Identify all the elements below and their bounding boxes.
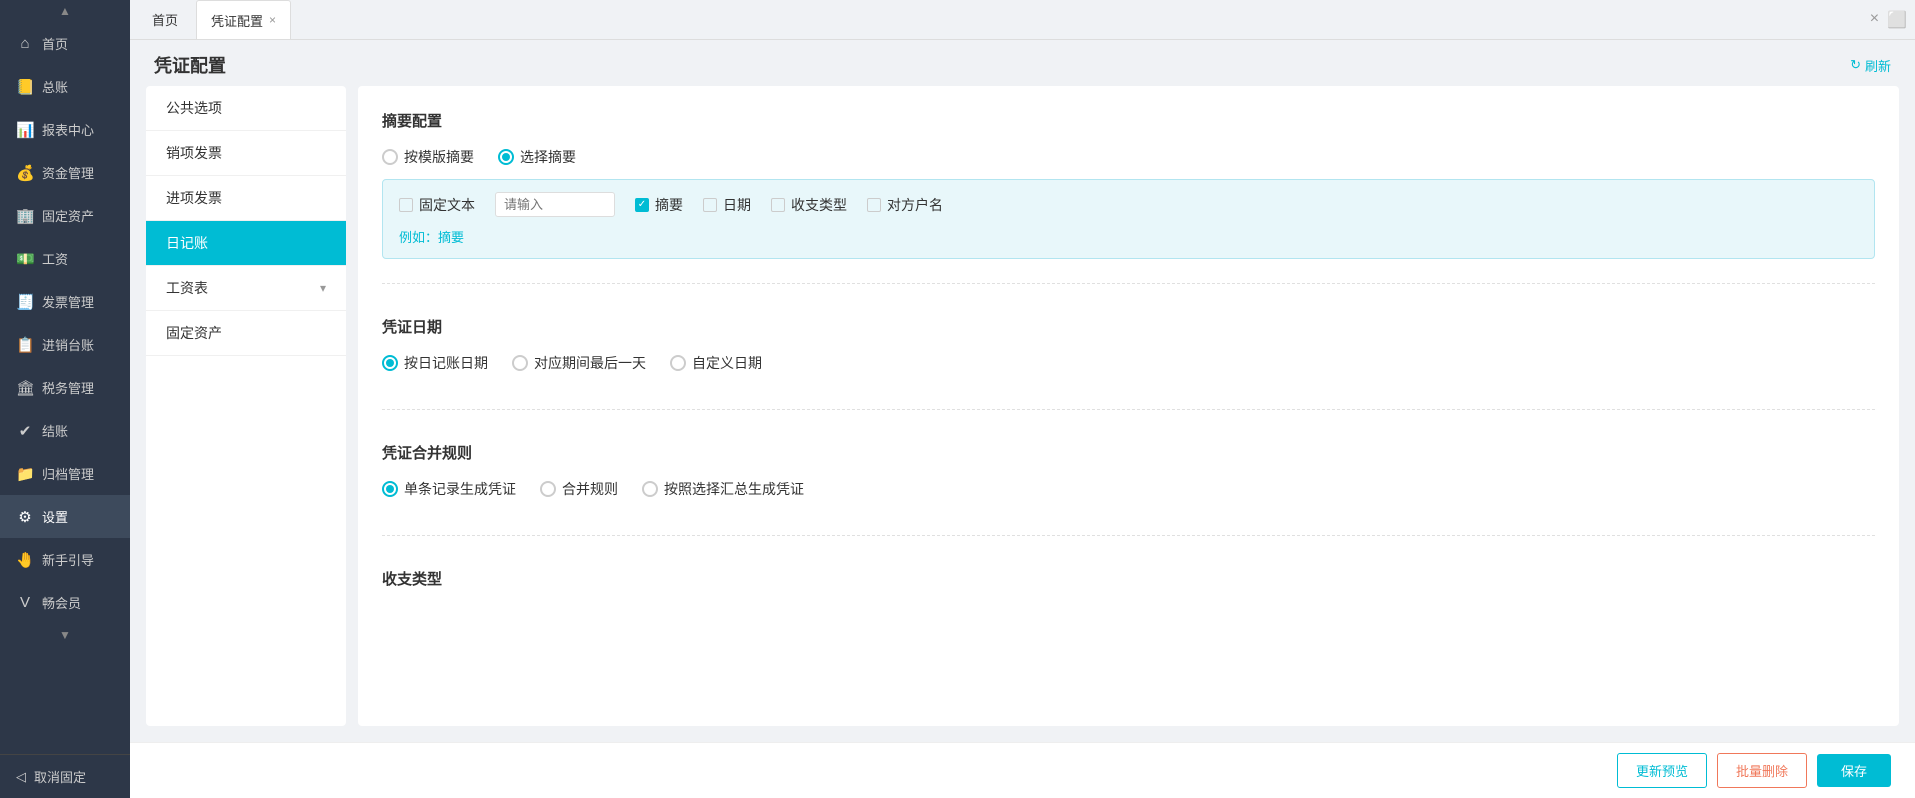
checkbox-summary[interactable]: 摘要 [635, 195, 683, 215]
archive-icon: 📁 [16, 465, 34, 483]
checkbox-summary-box [635, 198, 649, 212]
checkbox-income-type-box [771, 198, 785, 212]
update-preview-button[interactable]: 更新预览 [1617, 753, 1707, 788]
radio-select-total[interactable]: 按照选择汇总生成凭证 [642, 479, 804, 499]
left-nav-fixed-assets[interactable]: 固定资产 [146, 311, 346, 356]
content-area: 公共选项 销项发票 进项发票 日记账 工资表 ▾ 固定资产 摘要配置 [130, 86, 1915, 742]
radio-merge-rule[interactable]: 合并规则 [540, 479, 618, 499]
radio-journal-date-circle [382, 355, 398, 371]
checkbox-fixed-text-box [399, 198, 413, 212]
settle-icon: ✔ [16, 422, 34, 440]
assets-icon: 🏢 [16, 207, 34, 225]
page-header: 凭证配置 ↻ 刷新 [130, 40, 1915, 86]
tax-icon: 🏛 [16, 379, 34, 397]
example-text: 例如：摘要 [399, 227, 1858, 246]
sidebar-item-settle[interactable]: ✔ 结账 [0, 409, 130, 452]
report-icon: 📊 [16, 121, 34, 139]
date-radio-group: 按日记账日期 对应期间最后一天 自定义日期 [382, 353, 1875, 373]
settings-icon: ⚙ [16, 508, 34, 526]
sidebar-item-tax[interactable]: 🏛 税务管理 [0, 366, 130, 409]
sidebar-item-home[interactable]: ⌂ 首页 [0, 22, 130, 65]
summary-checkbox-row: 固定文本 摘要 日期 收支类型 [382, 179, 1875, 259]
sidebar-item-purchases[interactable]: 📋 进销台账 [0, 323, 130, 366]
sidebar-item-archive[interactable]: 📁 归档管理 [0, 452, 130, 495]
sidebar-item-assets[interactable]: 🏢 固定资产 [0, 194, 130, 237]
sidebar: ▲ ⌂ 首页 📒 总账 📊 报表中心 💰 资金管理 🏢 固定资产 💵 工资 🧾 … [0, 0, 130, 798]
tab-voucher-config[interactable]: 凭证配置 × [196, 0, 291, 39]
tab-close-icon[interactable]: × [269, 13, 276, 27]
radio-template-circle [382, 149, 398, 165]
checkbox-income-type[interactable]: 收支类型 [771, 195, 847, 215]
section-summary-title: 摘要配置 [382, 110, 1875, 131]
sidebar-item-funds[interactable]: 💰 资金管理 [0, 151, 130, 194]
radio-single-voucher[interactable]: 单条记录生成凭证 [382, 479, 516, 499]
page-title: 凭证配置 [154, 52, 226, 78]
member-icon: V [16, 594, 34, 611]
radio-custom-date-circle [670, 355, 686, 371]
funds-icon: 💰 [16, 164, 34, 182]
tab-bar: 首页 凭证配置 × × ⬜ [130, 0, 1915, 40]
left-nav: 公共选项 销项发票 进项发票 日记账 工资表 ▾ 固定资产 [146, 86, 346, 726]
sidebar-item-member[interactable]: V 畅会员 [0, 581, 130, 624]
window-close-button[interactable]: × [1870, 10, 1879, 30]
ledger-icon: 📒 [16, 78, 34, 96]
radio-template-summary[interactable]: 按模版摘要 [382, 147, 474, 167]
save-button[interactable]: 保存 [1817, 754, 1891, 787]
checkbox-fixed-text[interactable]: 固定文本 [399, 195, 475, 215]
invoice-mgmt-icon: 🧾 [16, 293, 34, 311]
left-nav-journal[interactable]: 日记账 [146, 221, 346, 266]
checkbox-options: 固定文本 摘要 日期 收支类型 [399, 192, 1858, 217]
checkbox-counterpart[interactable]: 对方户名 [867, 195, 943, 215]
unpin-icon: ◁ [16, 769, 26, 785]
section-merge-title: 凭证合并规则 [382, 442, 1875, 463]
refresh-button[interactable]: ↻ 刷新 [1850, 56, 1891, 75]
sidebar-scroll-up[interactable]: ▲ [0, 0, 130, 22]
sidebar-item-settings[interactable]: ⚙ 设置 [0, 495, 130, 538]
bulk-delete-button[interactable]: 批量删除 [1717, 753, 1807, 788]
refresh-icon: ↻ [1850, 57, 1861, 73]
left-nav-purchase[interactable]: 进项发票 [146, 176, 346, 221]
checkbox-counterpart-box [867, 198, 881, 212]
sidebar-item-salary[interactable]: 💵 工资 [0, 237, 130, 280]
radio-period-last-circle [512, 355, 528, 371]
sidebar-item-invoice-mgmt[interactable]: 🧾 发票管理 [0, 280, 130, 323]
window-maximize-button[interactable]: ⬜ [1887, 10, 1907, 30]
sidebar-item-guide[interactable]: 🤚 新手引导 [0, 538, 130, 581]
bottom-bar: 更新预览 批量删除 保存 [130, 742, 1915, 798]
sidebar-unpin-button[interactable]: ◁ 取消固定 [0, 754, 130, 798]
left-nav-payroll[interactable]: 工资表 ▾ [146, 266, 346, 311]
radio-custom-date[interactable]: 自定义日期 [670, 353, 762, 373]
radio-period-last[interactable]: 对应期间最后一天 [512, 353, 646, 373]
main-area: 首页 凭证配置 × × ⬜ 凭证配置 ↻ 刷新 公共选项 销项发票 进 [130, 0, 1915, 798]
section-income-type: 收支类型 [382, 568, 1875, 629]
purchases-icon: 📋 [16, 336, 34, 354]
guide-icon: 🤚 [16, 551, 34, 569]
section-merge: 凭证合并规则 单条记录生成凭证 合并规则 按照选择汇总生成凭证 [382, 442, 1875, 536]
sidebar-item-ledger[interactable]: 📒 总账 [0, 65, 130, 108]
sidebar-item-report[interactable]: 📊 报表中心 [0, 108, 130, 151]
section-date: 凭证日期 按日记账日期 对应期间最后一天 自定义日期 [382, 316, 1875, 410]
section-income-type-title: 收支类型 [382, 568, 1875, 589]
salary-icon: 💵 [16, 250, 34, 268]
checkbox-date[interactable]: 日期 [703, 195, 751, 215]
tab-home[interactable]: 首页 [138, 0, 192, 39]
left-nav-public[interactable]: 公共选项 [146, 86, 346, 131]
radio-merge-circle [540, 481, 556, 497]
home-icon: ⌂ [16, 35, 34, 52]
right-content: 摘要配置 按模版摘要 选择摘要 固定文本 [358, 86, 1899, 726]
summary-radio-group: 按模版摘要 选择摘要 [382, 147, 1875, 167]
checkbox-date-box [703, 198, 717, 212]
left-nav-sales[interactable]: 销项发票 [146, 131, 346, 176]
radio-single-circle [382, 481, 398, 497]
section-summary: 摘要配置 按模版摘要 选择摘要 固定文本 [382, 110, 1875, 284]
sidebar-scroll-down[interactable]: ▼ [0, 624, 130, 646]
radio-journal-date[interactable]: 按日记账日期 [382, 353, 488, 373]
chevron-down-icon: ▾ [320, 281, 326, 295]
section-date-title: 凭证日期 [382, 316, 1875, 337]
merge-radio-group: 单条记录生成凭证 合并规则 按照选择汇总生成凭证 [382, 479, 1875, 499]
radio-select-total-circle [642, 481, 658, 497]
radio-select-circle [498, 149, 514, 165]
fixed-text-input[interactable] [495, 192, 615, 217]
radio-select-summary[interactable]: 选择摘要 [498, 147, 576, 167]
